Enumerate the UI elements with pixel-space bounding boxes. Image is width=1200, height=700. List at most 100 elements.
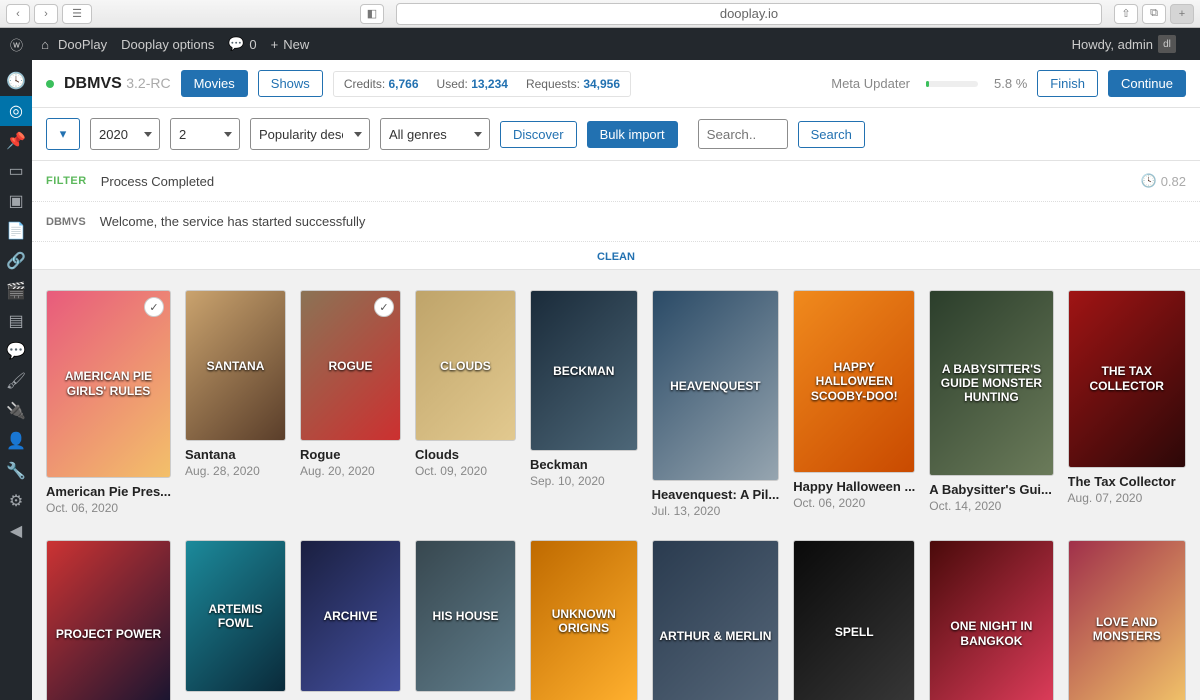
sidebar-dashboard-icon[interactable]: 🕓 xyxy=(0,66,32,96)
check-icon: ✓ xyxy=(374,297,394,317)
dbmvs-tag: DBMVS xyxy=(46,216,86,228)
reader-icon[interactable]: ◧ xyxy=(360,4,384,24)
movie-card[interactable]: SANTANASantanaAug. 28, 2020 xyxy=(185,290,286,518)
search-input[interactable] xyxy=(698,119,788,149)
movie-poster[interactable]: ARTEMIS FOWL xyxy=(185,540,286,691)
finish-button[interactable]: Finish xyxy=(1037,70,1098,97)
status-dot-icon xyxy=(46,80,54,88)
new-content-link[interactable]: +New xyxy=(271,37,310,52)
sidebar-media-icon[interactable]: 🎬 xyxy=(0,276,32,306)
movie-card[interactable]: THE TAX COLLECTORThe Tax CollectorAug. 0… xyxy=(1068,290,1186,518)
movies-grid-wrap[interactable]: AMERICAN PIE GIRLS' RULES✓American Pie P… xyxy=(32,270,1200,700)
movie-poster[interactable]: THE TAX COLLECTOR xyxy=(1068,290,1186,468)
wp-sidebar: 🕓 ◎ 📌 ▭ ▣ 📄 🔗 🎬 ▤ 💬 🖌 🔌 👤 🔧 ⚙ ◀ xyxy=(0,60,32,700)
type-dropdown[interactable]: ▾ xyxy=(46,118,80,150)
site-home-link[interactable]: ⌂DooPlay xyxy=(37,36,107,52)
poster-title-overlay: SPELL xyxy=(829,619,880,645)
movie-card[interactable]: UNKNOWN ORIGINSUnknown OriginsAug. 28, 2… xyxy=(530,540,638,700)
movie-poster[interactable]: SANTANA xyxy=(185,290,286,441)
movie-poster[interactable]: PROJECT POWER xyxy=(46,540,171,700)
movie-poster[interactable]: HIS HOUSE xyxy=(415,540,516,691)
poster-title-overlay: HEAVENQUEST xyxy=(664,373,766,399)
movie-card[interactable]: ONE NIGHT IN BANGKOKOne Night in Bang...… xyxy=(929,540,1053,700)
tab-shows[interactable]: Shows xyxy=(258,70,323,97)
brand-version: 3.2-RC xyxy=(126,75,170,91)
progress-percent: 5.8 % xyxy=(994,76,1027,91)
movie-card[interactable]: HAPPY HALLOWEEN SCOOBY-DOO! Happy Hallowe… xyxy=(793,290,915,518)
browser-url[interactable]: dooplay.io xyxy=(396,3,1102,25)
sidebar-page-icon[interactable]: 📄 xyxy=(0,216,32,246)
movie-poster[interactable]: AMERICAN PIE GIRLS' RULES✓ xyxy=(46,290,171,478)
page-select[interactable]: 2 xyxy=(170,118,240,150)
movie-card[interactable]: HEAVENQUEST Heavenquest: A Pil... Jul. 13,… xyxy=(652,290,780,518)
sidebar-tools-icon[interactable]: 🔧 xyxy=(0,456,32,486)
clean-link[interactable]: CLEAN xyxy=(597,251,635,263)
movie-poster[interactable]: SPELL xyxy=(793,540,915,700)
movie-card[interactable]: LOVE AND MONSTERSLove and MonstersOct. 1… xyxy=(1068,540,1186,700)
movie-poster[interactable]: UNKNOWN ORIGINS xyxy=(530,540,638,700)
sidebar-appearance-icon[interactable]: 🖌 xyxy=(0,366,32,396)
movie-poster[interactable]: ARTHUR & MERLIN xyxy=(652,540,780,700)
howdy-user[interactable]: Howdy, admindl xyxy=(1072,35,1176,53)
dooplay-options-link[interactable]: Dooplay options xyxy=(121,37,214,52)
movie-poster[interactable]: HAPPY HALLOWEEN SCOOBY-DOO! xyxy=(793,290,915,473)
sidebar-collapse-icon[interactable]: ◀ xyxy=(0,516,32,546)
search-button[interactable]: Search xyxy=(798,121,865,148)
movie-poster[interactable]: HEAVENQUEST xyxy=(652,290,780,481)
movie-poster[interactable]: ONE NIGHT IN BANGKOK xyxy=(929,540,1053,700)
poster-title-overlay: ROGUE xyxy=(322,353,378,379)
browser-sidebar-button[interactable]: ☰ xyxy=(62,4,92,24)
movie-card[interactable]: PROJECT POWERProject PowerAug. 14, 2020 xyxy=(46,540,171,700)
discover-button[interactable]: Discover xyxy=(500,121,577,148)
continue-button[interactable]: Continue xyxy=(1108,70,1186,97)
sidebar-box-icon[interactable]: ▣ xyxy=(0,186,32,216)
sidebar-pages-icon[interactable]: ▤ xyxy=(0,306,32,336)
sidebar-comments-icon[interactable]: 💬 xyxy=(0,336,32,366)
movie-card[interactable]: ROGUE✓RogueAug. 20, 2020 xyxy=(300,290,401,518)
wp-logo-icon[interactable]: ⓦ xyxy=(10,35,23,54)
movie-poster[interactable]: ARCHIVE xyxy=(300,540,401,691)
tabs-icon[interactable]: ⧉ xyxy=(1142,4,1166,24)
movie-poster[interactable]: A BABYSITTER'S GUIDE MONSTER HUNTING xyxy=(929,290,1053,476)
movie-title: Happy Halloween ... xyxy=(793,479,915,494)
poster-title-overlay: BECKMAN xyxy=(547,358,620,384)
movie-card[interactable]: CLOUDSCloudsOct. 09, 2020 xyxy=(415,290,516,518)
movie-date: Jul. 13, 2020 xyxy=(652,504,780,518)
sidebar-link-icon[interactable]: 🔗 xyxy=(0,246,32,276)
movie-card[interactable]: ARTEMIS FOWLArtemis FowlJun. 12, 2020 xyxy=(185,540,286,700)
sidebar-tv-icon[interactable]: ▭ xyxy=(0,156,32,186)
sidebar-users-icon[interactable]: 👤 xyxy=(0,426,32,456)
movie-card[interactable]: ARCHIVEArchiveAug. 13, 2020 xyxy=(300,540,401,700)
sidebar-settings-icon[interactable]: ⚙ xyxy=(0,486,32,516)
comments-link[interactable]: 💬0 xyxy=(228,36,256,52)
clean-row: CLEAN xyxy=(32,242,1200,270)
browser-forward-button[interactable]: › xyxy=(34,4,58,24)
movie-card[interactable]: BECKMANBeckmanSep. 10, 2020 xyxy=(530,290,638,518)
movie-poster[interactable]: ROGUE ✓ xyxy=(300,290,401,441)
movie-card[interactable]: SPELLSpellOct. 30, 2020 xyxy=(793,540,915,700)
genre-select[interactable]: All genres xyxy=(380,118,490,150)
movie-title: Heavenquest: A Pil... xyxy=(652,487,780,502)
year-select[interactable]: 2020 xyxy=(90,118,160,150)
movie-poster[interactable]: BECKMAN xyxy=(530,290,638,451)
movie-poster[interactable]: LOVE AND MONSTERS xyxy=(1068,540,1186,700)
share-icon[interactable]: ⇧ xyxy=(1114,4,1138,24)
sidebar-dbmvs-icon[interactable]: ◎ xyxy=(0,96,32,126)
brand-name: DBMVS xyxy=(64,75,122,92)
movie-title: The Tax Collector xyxy=(1068,474,1186,489)
sort-select[interactable]: Popularity desc xyxy=(250,118,370,150)
tab-movies[interactable]: Movies xyxy=(181,70,248,97)
movie-card[interactable]: HIS HOUSEHis HouseJan. 27, 2020 xyxy=(415,540,516,700)
movie-card[interactable]: AMERICAN PIE GIRLS' RULES✓American Pie P… xyxy=(46,290,171,518)
sidebar-plugins-icon[interactable]: 🔌 xyxy=(0,396,32,426)
movie-poster[interactable]: CLOUDS xyxy=(415,290,516,441)
sidebar-pin-icon[interactable]: 📌 xyxy=(0,126,32,156)
new-tab-button[interactable]: + xyxy=(1170,4,1194,24)
movie-card[interactable]: ARTHUR & MERLINArthur & Merlin: K...May.… xyxy=(652,540,780,700)
movie-date: Oct. 09, 2020 xyxy=(415,464,516,478)
poster-title-overlay: THE TAX COLLECTOR xyxy=(1069,358,1185,399)
movie-card[interactable]: A BABYSITTER'S GUIDE MONSTER HUNTINGA Ba… xyxy=(929,290,1053,518)
browser-back-button[interactable]: ‹ xyxy=(6,4,30,24)
bulk-import-button[interactable]: Bulk import xyxy=(587,121,678,148)
poster-title-overlay: ONE NIGHT IN BANGKOK xyxy=(930,613,1052,654)
